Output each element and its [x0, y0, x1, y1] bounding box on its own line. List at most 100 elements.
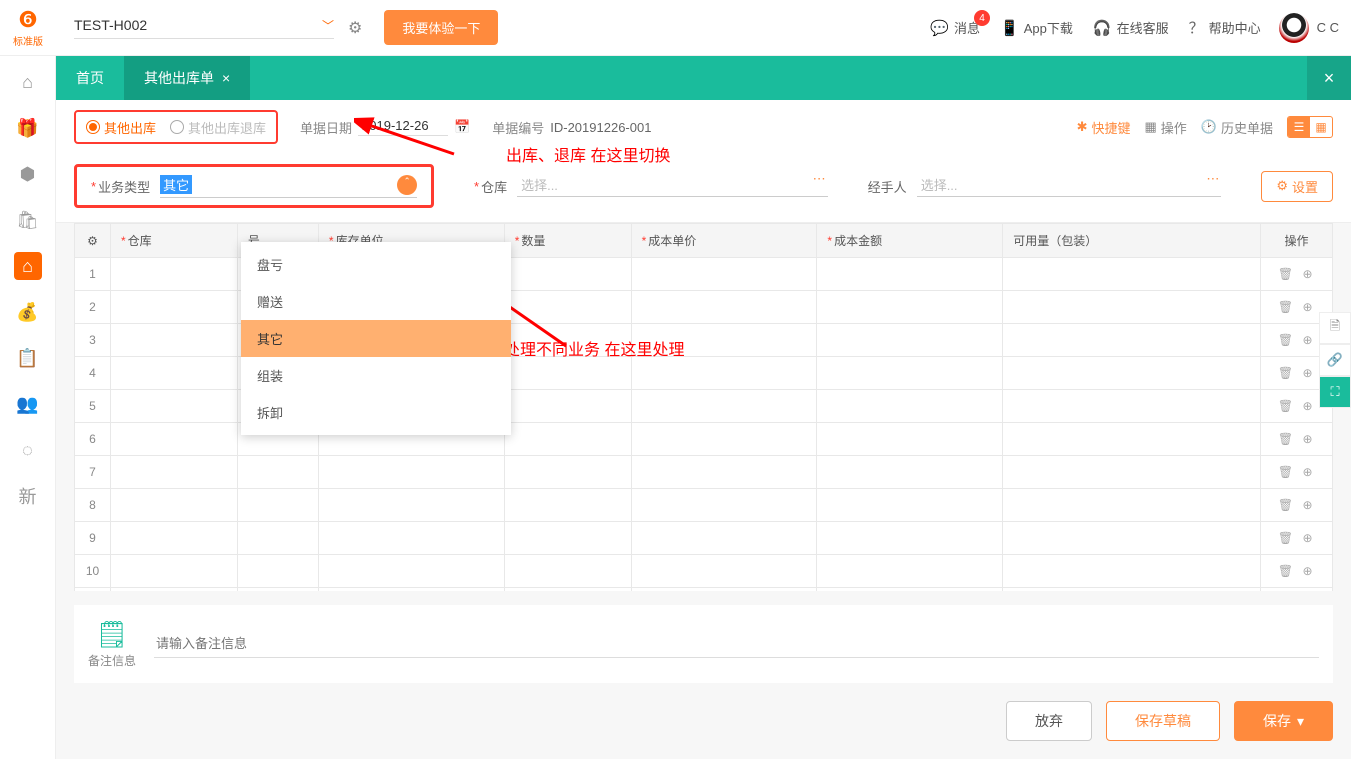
add-icon[interactable]: ⊕ [1300, 432, 1316, 446]
chevron-up-icon[interactable]: ＾ [397, 175, 417, 195]
close-icon[interactable]: × [222, 70, 230, 86]
delete-icon[interactable]: 🗑 [1278, 333, 1294, 347]
delete-icon[interactable]: 🗑 [1278, 498, 1294, 512]
customer-service-button[interactable]: 🎧 在线客服 [1093, 18, 1169, 37]
cell[interactable] [111, 423, 238, 456]
messages-button[interactable]: 💬 消息 4 [930, 18, 980, 37]
cell[interactable] [817, 456, 1003, 489]
view-toggle[interactable]: ☰ ▦ [1287, 116, 1333, 138]
cell[interactable] [631, 258, 817, 291]
add-icon[interactable]: ⊕ [1300, 498, 1316, 512]
add-icon[interactable]: ⊕ [1300, 465, 1316, 479]
biz-input[interactable]: 其它 ＾ [160, 175, 417, 198]
note-rail-icon[interactable]: 🗎 [1319, 312, 1351, 344]
settings-button[interactable]: ⚙ 设置 [1261, 171, 1333, 202]
gear-icon[interactable]: ⚙ [348, 18, 362, 38]
add-icon[interactable]: ⊕ [1300, 333, 1316, 347]
cell[interactable] [504, 489, 631, 522]
expand-rail-icon[interactable]: ⛶ [1319, 376, 1351, 408]
add-icon[interactable]: ⊕ [1300, 267, 1316, 281]
dropdown-item[interactable]: 拆卸 [241, 394, 511, 431]
cell[interactable] [1003, 357, 1261, 390]
wh-input[interactable]: 选择...⋯ [517, 175, 828, 197]
add-icon[interactable]: ⊕ [1300, 399, 1316, 413]
cell[interactable] [1003, 291, 1261, 324]
cell[interactable] [631, 390, 817, 423]
add-icon[interactable]: ⊕ [1300, 564, 1316, 578]
history-button[interactable]: 🕑历史单据 [1201, 118, 1273, 137]
cell[interactable] [631, 423, 817, 456]
dropdown-item[interactable]: 组装 [241, 357, 511, 394]
cell[interactable] [817, 291, 1003, 324]
nav-shop-icon[interactable]: ⬢ [14, 160, 42, 188]
nav-clipboard-icon[interactable]: 📋 [14, 344, 42, 372]
tab-home[interactable]: 首页 [56, 56, 124, 100]
cell[interactable] [318, 588, 504, 592]
more-icon[interactable]: ⋯ [813, 171, 828, 187]
cell[interactable] [111, 522, 238, 555]
delete-icon[interactable]: 🗑 [1278, 465, 1294, 479]
warehouse-field[interactable]: * 仓库 选择...⋯ [474, 175, 828, 197]
nav-home-icon[interactable]: ⌂ [14, 68, 42, 96]
cell[interactable] [111, 390, 238, 423]
cell[interactable] [504, 423, 631, 456]
add-icon[interactable]: ⊕ [1300, 300, 1316, 314]
delete-icon[interactable]: 🗑 [1278, 531, 1294, 545]
cell[interactable] [237, 456, 318, 489]
calendar-icon[interactable]: 📅 [454, 119, 470, 135]
gear-column[interactable]: ⚙ [75, 224, 111, 258]
business-type-field[interactable]: * 业务类型 其它 ＾ [74, 164, 434, 208]
nav-bag-icon[interactable]: 🛍 [14, 206, 42, 234]
operate-button[interactable]: ▦操作 [1144, 118, 1186, 137]
cell[interactable] [111, 324, 238, 357]
delete-icon[interactable]: 🗑 [1278, 267, 1294, 281]
cell[interactable] [631, 522, 817, 555]
cell[interactable] [1003, 489, 1261, 522]
cell[interactable] [504, 390, 631, 423]
cell[interactable] [1003, 390, 1261, 423]
help-center-button[interactable]: ？ 帮助中心 [1189, 17, 1261, 38]
nav-people-icon[interactable]: 👥 [14, 390, 42, 418]
cell[interactable] [1003, 423, 1261, 456]
bill-date-value[interactable]: 2019-12-26 [358, 118, 448, 136]
cell[interactable] [111, 357, 238, 390]
cell[interactable] [504, 258, 631, 291]
handler-field[interactable]: 经手人 选择...⋯ [868, 175, 1222, 197]
save-draft-button[interactable]: 保存草稿 [1106, 701, 1220, 741]
experience-button[interactable]: 我要体验一下 [384, 10, 498, 45]
save-button[interactable]: 保存 ▾ [1234, 701, 1333, 741]
cell[interactable] [817, 324, 1003, 357]
cell[interactable] [504, 588, 631, 592]
more-icon[interactable]: ⋯ [1206, 171, 1221, 187]
delete-icon[interactable]: 🗑 [1278, 399, 1294, 413]
remark-input[interactable] [154, 630, 1319, 658]
cell[interactable] [817, 258, 1003, 291]
cell[interactable] [237, 522, 318, 555]
cell[interactable] [631, 291, 817, 324]
app-selector[interactable]: TEST-H002 ﹀ [74, 17, 334, 39]
radio-return[interactable]: 其他出库退库 [170, 118, 266, 137]
cell[interactable] [1003, 522, 1261, 555]
cell[interactable] [817, 423, 1003, 456]
cell[interactable] [237, 489, 318, 522]
cell[interactable] [504, 291, 631, 324]
cell[interactable] [817, 522, 1003, 555]
discard-button[interactable]: 放弃 [1006, 701, 1092, 741]
dropdown-item[interactable]: 其它 [241, 320, 511, 357]
cell[interactable] [817, 555, 1003, 588]
cell[interactable] [631, 456, 817, 489]
cell[interactable] [817, 588, 1003, 592]
cell[interactable] [631, 489, 817, 522]
app-download-button[interactable]: 📱 App下载 [1000, 18, 1073, 37]
nav-gift-icon[interactable]: 🎁 [14, 114, 42, 142]
cell[interactable] [1003, 588, 1261, 592]
nav-refresh-icon[interactable]: ◌ [14, 436, 42, 464]
cell[interactable] [631, 555, 817, 588]
cell[interactable] [111, 291, 238, 324]
cell[interactable] [1003, 555, 1261, 588]
delete-icon[interactable]: 🗑 [1278, 366, 1294, 380]
cell[interactable] [318, 522, 504, 555]
cell[interactable] [1003, 456, 1261, 489]
cell[interactable] [111, 555, 238, 588]
cell[interactable] [1003, 258, 1261, 291]
